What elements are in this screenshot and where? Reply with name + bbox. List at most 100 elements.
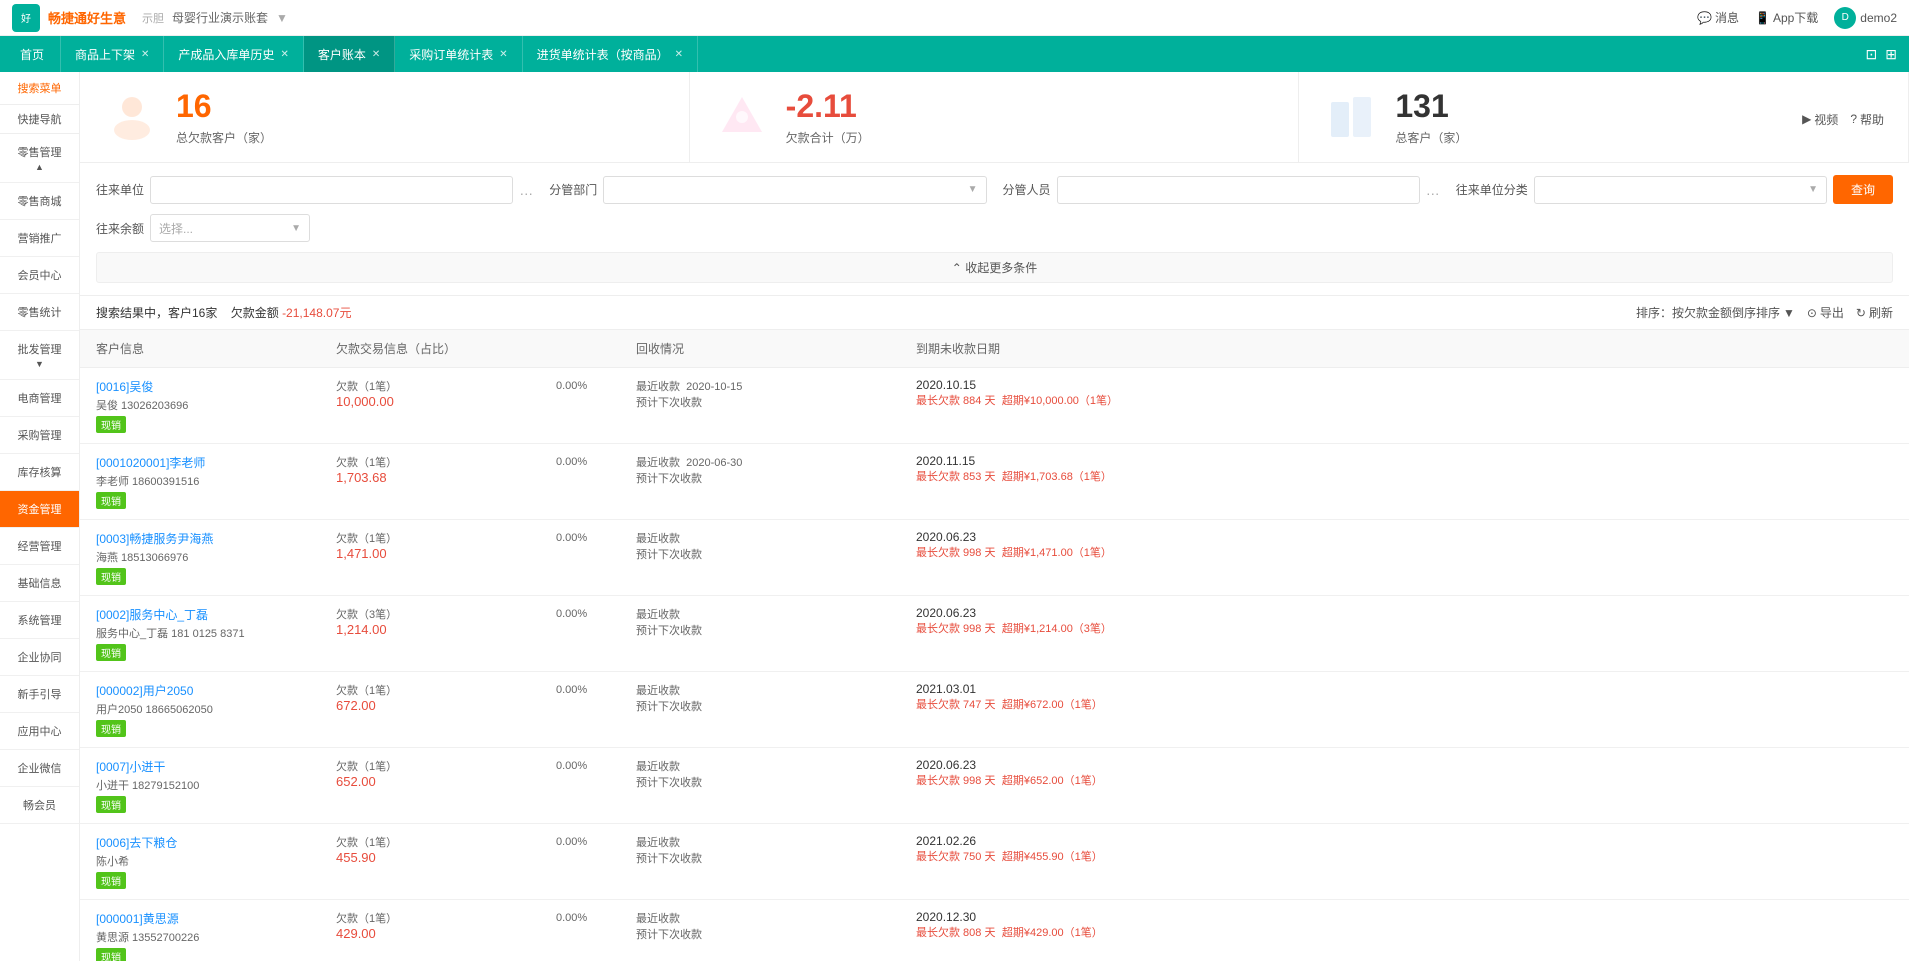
filter-person-dots[interactable]: … xyxy=(1426,182,1440,198)
sidebar-item-retail-stats[interactable]: 零售统计 xyxy=(0,294,79,331)
tab-goods-stats-close[interactable]: ✕ xyxy=(675,49,683,60)
recent-label-0: 最近收款 2020-10-15 xyxy=(636,378,884,394)
th-collection: 回收情况 xyxy=(620,330,900,368)
sidebar-item-beginner-guide[interactable]: 新手引导 xyxy=(0,676,79,713)
debt-amount-6[interactable]: 455.90 xyxy=(336,850,524,865)
filter-dept-select[interactable]: ▼ xyxy=(603,176,986,204)
sidebar-item-basic-info[interactable]: 基础信息 xyxy=(0,565,79,602)
window-restore-icon[interactable]: ⊡ xyxy=(1866,46,1878,63)
tab-purchase-stats-close[interactable]: ✕ xyxy=(499,49,507,60)
tab-customer-ledger[interactable]: 客户账本 ✕ xyxy=(304,36,395,72)
debt-amount-7[interactable]: 429.00 xyxy=(336,926,524,941)
customer-name-6[interactable]: [0006]去下粮仓 xyxy=(96,834,304,851)
cell-customer-2: [0003]畅捷服务尹海燕 海燕 18513066976 现销 xyxy=(80,520,320,596)
cell-collection-6: 最近收款 预计下次收款 xyxy=(620,824,900,900)
sidebar-item-changhui[interactable]: 畅会员 xyxy=(0,787,79,824)
sidebar-item-retail-mgmt[interactable]: 零售管理 ▲ xyxy=(0,134,79,183)
overdue-amount-3[interactable]: 超期¥1,214.00（3笔） xyxy=(1002,623,1112,635)
filter-balance-select[interactable]: 选择... ▼ xyxy=(150,214,310,242)
debt-amount-2[interactable]: 1,471.00 xyxy=(336,546,524,561)
debt-pct-1: 0.00% xyxy=(556,456,587,468)
sidebar-item-operations[interactable]: 经营管理 xyxy=(0,528,79,565)
sidebar-item-enterprise-wechat[interactable]: 企业微信 xyxy=(0,750,79,787)
debt-count-4: 欠款（1笔） xyxy=(336,682,524,698)
tab-product-listing[interactable]: 商品上下架 ✕ xyxy=(61,36,164,72)
video-btn[interactable]: ▶ 视频 xyxy=(1802,111,1838,128)
overdue-days-6: 最长欠款 750 天 超期¥455.90（1笔） xyxy=(916,848,1893,864)
sidebar-item-retail-mall[interactable]: 零售商城 xyxy=(0,183,79,220)
overdue-amount-6[interactable]: 超期¥455.90（1笔） xyxy=(1002,851,1103,863)
result-bar: 搜索结果中，客户16家 欠款金额 -21,148.07元 排序：按欠款金额倒序排… xyxy=(80,296,1909,330)
overdue-amount-1[interactable]: 超期¥1,703.68（1笔） xyxy=(1002,471,1112,483)
sidebar-item-ecommerce[interactable]: 电商管理 xyxy=(0,380,79,417)
tab-warehouse-history-close[interactable]: ✕ xyxy=(280,49,288,60)
filter-vendor-input[interactable] xyxy=(150,176,513,204)
overdue-amount-0[interactable]: 超期¥10,000.00（1笔） xyxy=(1002,395,1118,407)
cell-overdue-2: 2020.06.23 最长欠款 998 天 超期¥1,471.00（1笔） xyxy=(900,520,1909,596)
app-download-btn[interactable]: 📱 App下载 xyxy=(1755,9,1818,26)
customer-name-7[interactable]: [000001]黄思源 xyxy=(96,910,304,927)
collapse-bar[interactable]: ⌃ 收起更多条件 xyxy=(96,252,1893,283)
customer-name-3[interactable]: [0002]服务中心_丁磊 xyxy=(96,606,304,623)
sidebar-search[interactable]: 搜索菜单 xyxy=(0,72,79,105)
table-row: [0003]畅捷服务尹海燕 海燕 18513066976 现销 欠款（1笔） 1… xyxy=(80,520,1909,596)
cell-overdue-1: 2020.11.15 最长欠款 853 天 超期¥1,703.68（1笔） xyxy=(900,444,1909,520)
filter-vendor-category-select[interactable]: ▼ xyxy=(1534,176,1827,204)
sidebar-item-purchase-mgmt[interactable]: 采购管理 xyxy=(0,417,79,454)
search-button[interactable]: 查询 xyxy=(1833,175,1893,204)
refresh-btn[interactable]: ↻ 刷新 xyxy=(1856,304,1893,321)
export-btn[interactable]: ⊙ 导出 xyxy=(1807,304,1844,321)
nav-label: 示胆 xyxy=(134,10,164,26)
sidebar-item-inventory[interactable]: 库存核算 xyxy=(0,454,79,491)
store-dropdown-icon[interactable]: ▼ xyxy=(276,11,288,25)
sidebar-item-enterprise-collab[interactable]: 企业协同 xyxy=(0,639,79,676)
filter-vendor-dots[interactable]: … xyxy=(519,182,533,198)
stats-row: 16 总欠款客户（家） -2.11 欠款合计（万） 131 xyxy=(80,72,1909,163)
debt-amount-1[interactable]: 1,703.68 xyxy=(336,470,524,485)
customer-name-5[interactable]: [0007]小迸干 xyxy=(96,758,304,775)
window-maximize-icon[interactable]: ⊞ xyxy=(1885,46,1897,63)
filter-balance-label: 往来余额 xyxy=(96,220,144,237)
sidebar-item-finance[interactable]: 资金管理 xyxy=(0,491,79,528)
sidebar-item-system-mgmt[interactable]: 系统管理 xyxy=(0,602,79,639)
customer-name-1[interactable]: [0001020001]李老师 xyxy=(96,454,304,471)
sidebar-quick-nav[interactable]: 快捷导航 xyxy=(0,105,79,134)
sidebar-item-wholesale-mgmt[interactable]: 批发管理 ▼ xyxy=(0,331,79,380)
overdue-amount-2[interactable]: 超期¥1,471.00（1笔） xyxy=(1002,547,1112,559)
due-date-0: 2020.10.15 xyxy=(916,378,1893,392)
overdue-amount-7[interactable]: 超期¥429.00（1笔） xyxy=(1002,927,1103,939)
overdue-amount-4[interactable]: 超期¥672.00（1笔） xyxy=(1002,699,1103,711)
filter-vendor-label: 往来单位 xyxy=(96,181,144,198)
customer-name-2[interactable]: [0003]畅捷服务尹海燕 xyxy=(96,530,304,547)
user-avatar[interactable]: D demo2 xyxy=(1834,7,1897,29)
message-btn[interactable]: 💬 消息 xyxy=(1697,9,1739,26)
filter-person-input[interactable] xyxy=(1057,176,1420,204)
tab-warehouse-history[interactable]: 产成品入库单历史 ✕ xyxy=(164,36,303,72)
th-debt-pct xyxy=(540,330,620,368)
help-btn[interactable]: ? 帮助 xyxy=(1850,111,1884,128)
debt-amount-4[interactable]: 672.00 xyxy=(336,698,524,713)
tab-home[interactable]: 首页 xyxy=(4,36,61,72)
tab-product-listing-close[interactable]: ✕ xyxy=(141,49,149,60)
sort-btn[interactable]: 排序：按欠款金额倒序排序 ▼ xyxy=(1636,304,1795,321)
tab-purchase-stats[interactable]: 采购订单统计表 ✕ xyxy=(395,36,522,72)
debt-amount-0[interactable]: 10,000.00 xyxy=(336,394,524,409)
sidebar-item-member-center[interactable]: 会员中心 xyxy=(0,257,79,294)
customer-name-0[interactable]: [0016]吴俊 xyxy=(96,378,304,395)
sidebar-item-app-center[interactable]: 应用中心 xyxy=(0,713,79,750)
debt-amount-3[interactable]: 1,214.00 xyxy=(336,622,524,637)
store-selector[interactable]: 母婴行业演示账套 xyxy=(172,9,268,26)
stat-total-customers-label: 总客户（家） xyxy=(1395,129,1467,146)
sidebar-item-system-mgmt-label: 系统管理 xyxy=(18,612,62,628)
sidebar-item-wholesale-mgmt-label: 批发管理 xyxy=(18,341,62,357)
cell-collection-7: 最近收款 预计下次收款 xyxy=(620,900,900,961)
sidebar-item-marketing[interactable]: 营销推广 xyxy=(0,220,79,257)
tab-goods-stats[interactable]: 进货单统计表（按商品） ✕ xyxy=(523,36,698,72)
debt-amount-5[interactable]: 652.00 xyxy=(336,774,524,789)
filter-row-1: 往来单位 … 分管部门 ▼ 分管人员 … 往来单位分类 xyxy=(96,175,1893,204)
overdue-amount-5[interactable]: 超期¥652.00（1笔） xyxy=(1002,775,1103,787)
customer-name-4[interactable]: [000002]用户2050 xyxy=(96,682,304,699)
tab-customer-ledger-close[interactable]: ✕ xyxy=(372,49,380,60)
debt-count-0: 欠款（1笔） xyxy=(336,378,524,394)
result-actions: 排序：按欠款金额倒序排序 ▼ ⊙ 导出 ↻ 刷新 xyxy=(1636,304,1893,321)
